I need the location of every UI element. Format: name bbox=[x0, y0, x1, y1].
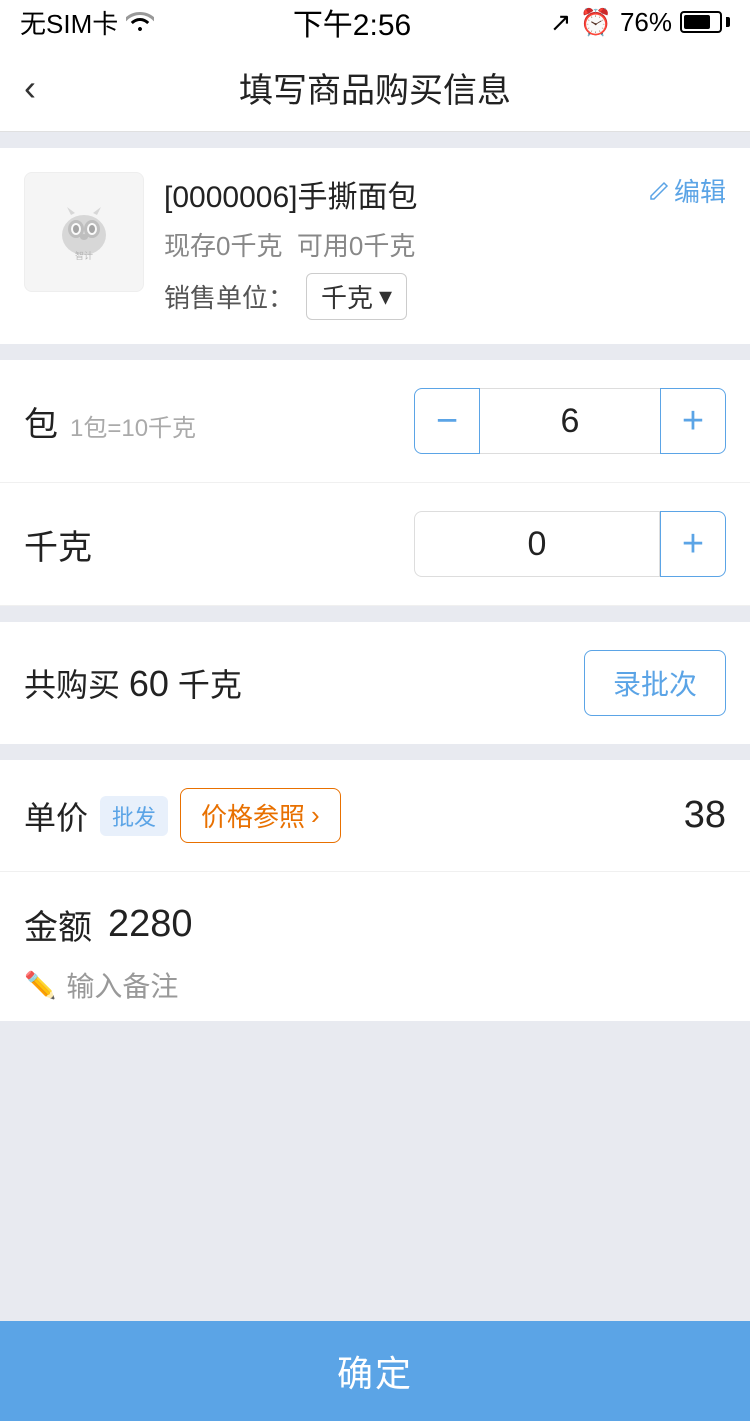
quantity-bao-row: 包 1包=10千克 − + bbox=[0, 360, 750, 483]
nav-bar: ‹ 填写商品购买信息 bbox=[0, 44, 750, 132]
product-stock: 现存0千克 可用0千克 bbox=[164, 226, 726, 263]
confirm-button[interactable]: 确定 bbox=[0, 1321, 750, 1421]
battery-icon bbox=[680, 11, 730, 33]
bao-label: 包 bbox=[24, 397, 58, 446]
total-row: 共购买 60 千克 录批次 bbox=[0, 622, 750, 744]
status-right: ↗ ⏰ 76% bbox=[550, 7, 730, 38]
bao-quantity-control: − + bbox=[414, 388, 726, 454]
bao-sub-label: 1包=10千克 bbox=[70, 408, 196, 443]
wifi-icon bbox=[126, 7, 154, 38]
kg-label: 千克 bbox=[24, 520, 92, 569]
price-value: 38 bbox=[684, 794, 726, 837]
amount-label: 金额 bbox=[24, 900, 92, 949]
chevron-down-icon: ▾ bbox=[379, 281, 392, 312]
price-label-row: 单价 批发 价格参照 › bbox=[24, 788, 341, 843]
product-image: 智计 bbox=[24, 172, 144, 292]
product-unit-row: 销售单位： 千克 ▾ bbox=[164, 273, 726, 320]
quantity-kg-row: 千克 + bbox=[0, 483, 750, 606]
product-info: [0000006]手撕面包 编辑 现存0千克 可用0千克 销售单位： 千克 ▾ bbox=[164, 172, 726, 320]
bao-plus-button[interactable]: + bbox=[660, 388, 726, 454]
total-label: 共购买 60 千克 bbox=[24, 660, 242, 706]
content-spacer bbox=[0, 1021, 750, 1321]
carrier-text: 无SIM卡 bbox=[20, 4, 118, 41]
product-card: 智计 [0000006]手撕面包 编辑 现存0千克 可用0千克 销售单位： 千克… bbox=[0, 148, 750, 344]
kg-quantity-control: + bbox=[414, 511, 726, 577]
pencil-icon: ✏️ bbox=[24, 970, 56, 1001]
location-icon: ↗ bbox=[550, 7, 572, 38]
divider-top bbox=[0, 132, 750, 148]
unit-select[interactable]: 千克 ▾ bbox=[306, 273, 407, 320]
status-bar: 无SIM卡 下午2:56 ↗ ⏰ 76% bbox=[0, 0, 750, 44]
bao-quantity-input[interactable] bbox=[480, 388, 660, 454]
svg-text:智计: 智计 bbox=[75, 250, 93, 261]
status-time: 下午2:56 bbox=[293, 0, 411, 44]
battery-percent: 76% bbox=[620, 7, 672, 38]
divider-3 bbox=[0, 744, 750, 760]
price-section: 单价 批发 价格参照 › 38 bbox=[0, 760, 750, 871]
back-button[interactable]: ‹ bbox=[24, 67, 36, 109]
divider-mid bbox=[0, 344, 750, 360]
kg-quantity-input[interactable] bbox=[414, 511, 660, 577]
nav-title: 填写商品购买信息 bbox=[239, 63, 511, 112]
edit-button[interactable]: 编辑 bbox=[648, 172, 726, 209]
remark-placeholder: 输入备注 bbox=[66, 965, 178, 1005]
divider-2 bbox=[0, 606, 750, 622]
amount-value: 2280 bbox=[108, 903, 193, 946]
arrow-right-icon: › bbox=[311, 800, 320, 831]
status-carrier: 无SIM卡 bbox=[20, 4, 154, 41]
alarm-icon: ⏰ bbox=[580, 7, 612, 38]
product-name: [0000006]手撕面包 bbox=[164, 172, 417, 216]
bao-minus-button[interactable]: − bbox=[414, 388, 480, 454]
remark-row[interactable]: ✏️ 输入备注 bbox=[24, 965, 726, 1005]
kg-plus-button[interactable]: + bbox=[660, 511, 726, 577]
price-ref-button[interactable]: 价格参照 › bbox=[180, 788, 341, 843]
price-label: 单价 bbox=[24, 793, 88, 839]
price-tag: 批发 bbox=[100, 796, 168, 836]
amount-section: 金额 2280 ✏️ 输入备注 bbox=[0, 871, 750, 1021]
batch-button[interactable]: 录批次 bbox=[584, 650, 726, 716]
